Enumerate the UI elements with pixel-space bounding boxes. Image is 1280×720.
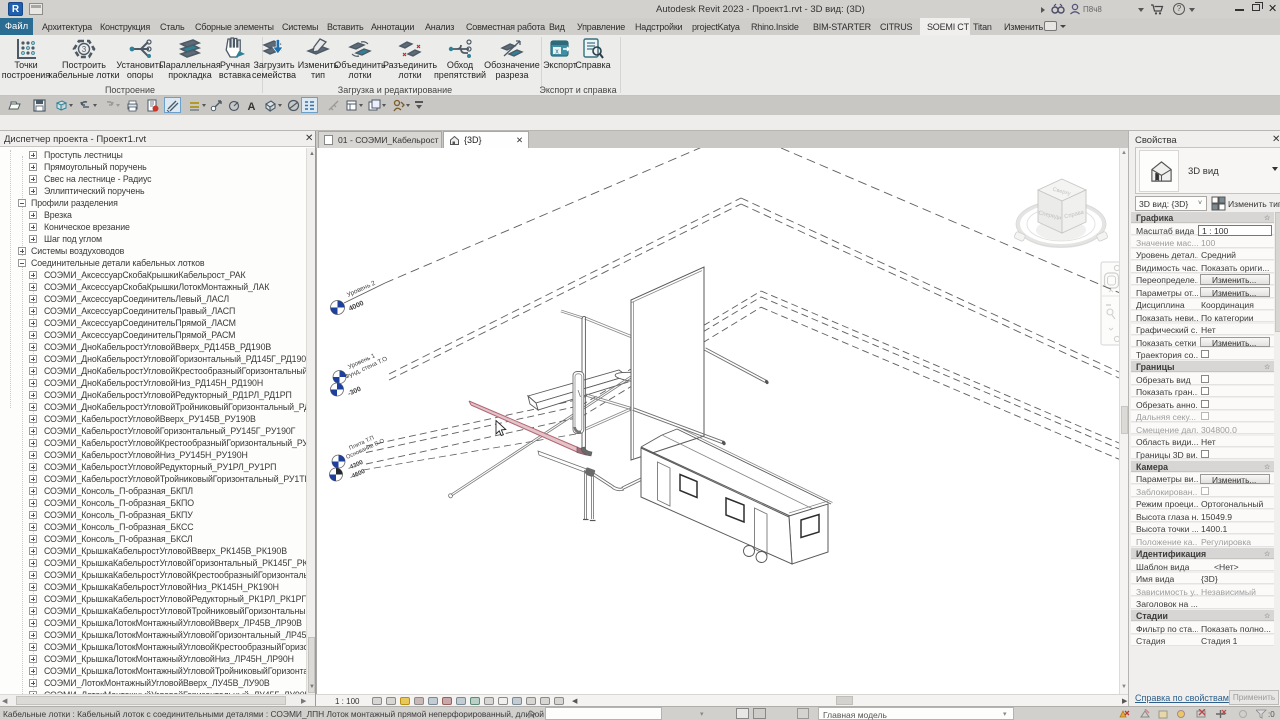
- svg-text:3: 3: [82, 45, 87, 54]
- svg-text:-300: -300: [347, 386, 362, 398]
- svg-text:x: x: [555, 49, 559, 56]
- svg-text:A: A: [248, 101, 256, 112]
- svg-text:4000: 4000: [348, 300, 365, 313]
